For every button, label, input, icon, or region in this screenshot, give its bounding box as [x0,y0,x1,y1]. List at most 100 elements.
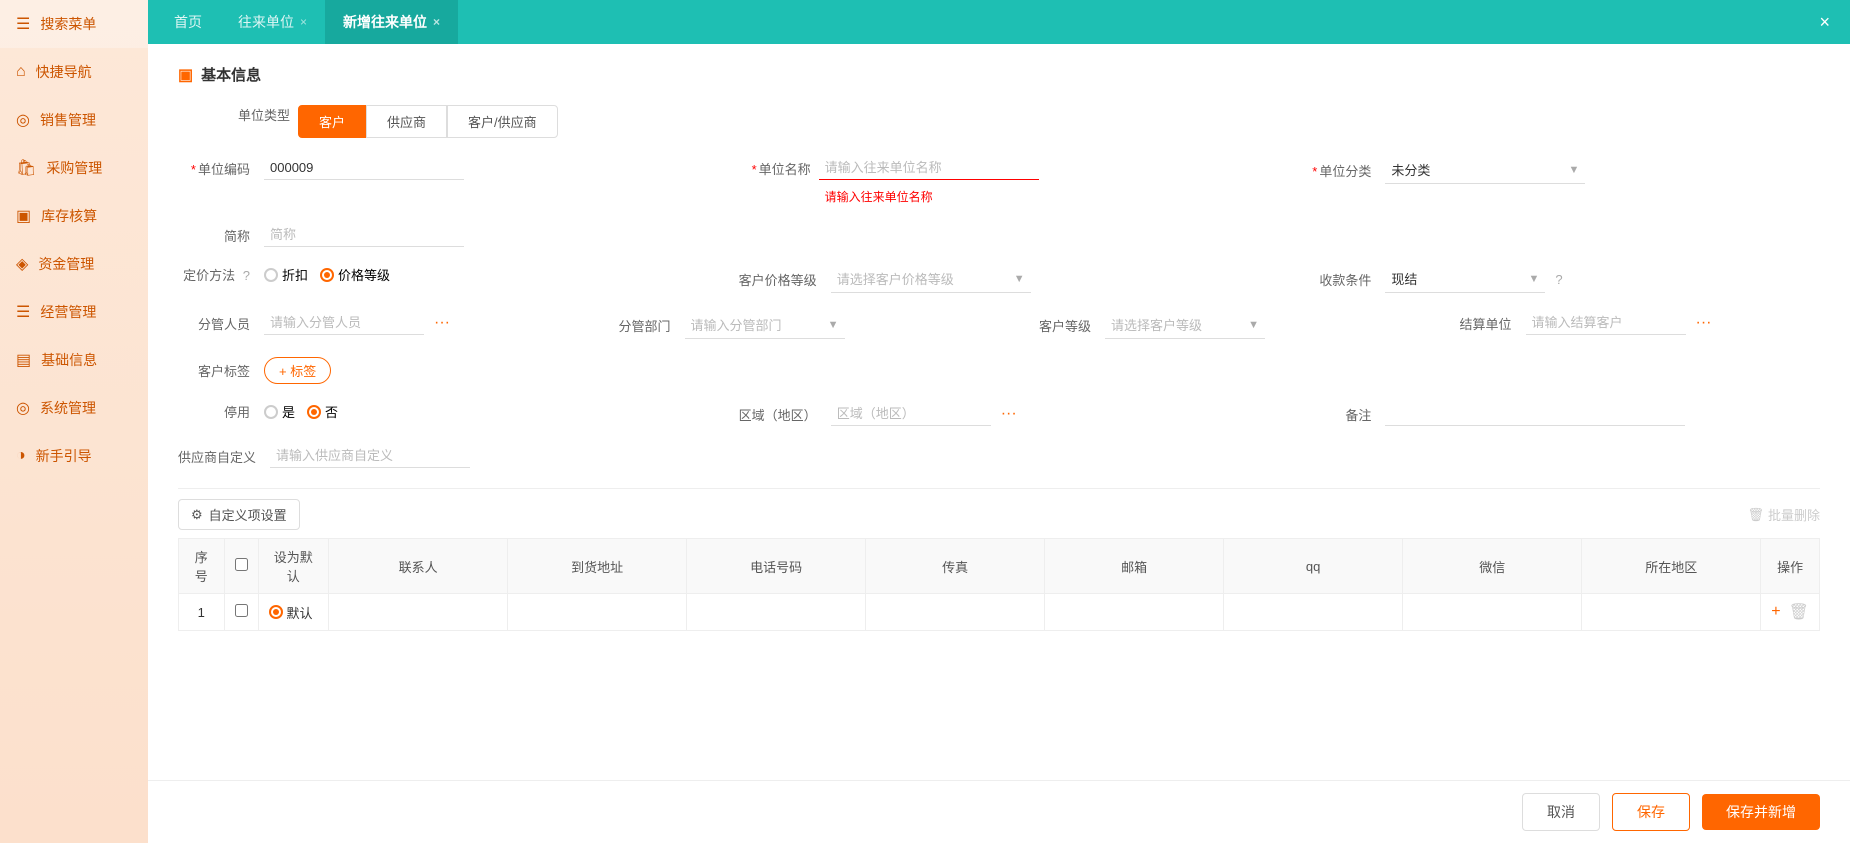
form-content: ▣ 基本信息 单位类型 客户 供应商 客户/供应商 *单位编码 [148,44,1850,780]
unit-category-select[interactable]: 未分类 ▼ [1385,156,1585,184]
payment-terms-select[interactable]: 现结 ▼ [1385,265,1545,293]
sidebar-item-label: 基础信息 [41,350,97,370]
cell-contact[interactable] [329,594,508,631]
sidebar-item-quick-nav[interactable]: ⌂ 快捷导航 [0,48,148,96]
tab-home[interactable]: 首页 [156,0,220,44]
sidebar-item-operations[interactable]: ☰ 经营管理 [0,288,148,336]
section-icon: ▣ [178,65,193,85]
sidebar-item-search[interactable]: ☰ 搜索菜单 [0,0,148,48]
add-tag-button[interactable]: + 标签 [264,357,331,384]
radio-grade-dot [324,272,330,278]
finance-icon: ◈ [16,254,28,274]
remark-label: 备注 [1299,405,1379,424]
cell-phone[interactable] [687,594,866,631]
field-pricing-method: 定价方法 ? 折扣 价格等级 [178,265,699,284]
radio-no[interactable]: 否 [307,402,338,421]
sidebar-item-purchase[interactable]: 🛍 采购管理 [0,144,148,192]
cell-address[interactable] [508,594,687,631]
table-section: ⚙ 自定义项设置 🗑 批量删除 序号 设为默认 联系人 到货地址 电话 [178,488,1820,631]
sidebar-item-label: 经营管理 [40,302,96,322]
field-unit-code: *单位编码 [178,156,699,180]
sidebar-item-system[interactable]: ◎ 系统管理 [0,384,148,432]
system-icon: ◎ [16,398,30,418]
cell-wechat[interactable] [1403,594,1582,631]
field-unit-name: *单位名称 请输入往来单位名称 [739,156,1260,205]
close-all-tabs[interactable]: × [1807,12,1842,33]
cell-row-actions: + 🗑 [1761,594,1820,631]
cell-qq[interactable] [1224,594,1403,631]
cell-email[interactable] [1045,594,1224,631]
radio-yes[interactable]: 是 [264,402,295,421]
customer-tag-label: 客户标签 [178,361,258,380]
custom-settings-button[interactable]: ⚙ 自定义项设置 [178,499,300,530]
row-pricing: 定价方法 ? 折扣 价格等级 [178,265,1820,293]
region-dots-btn[interactable]: ··· [1001,405,1017,423]
settlement-dots-btn[interactable]: ··· [1696,314,1712,332]
select-all-checkbox[interactable] [235,558,248,571]
inventory-icon: ▣ [16,206,31,226]
region-input[interactable] [831,402,991,426]
contacts-table: 序号 设为默认 联系人 到货地址 电话号码 传真 邮箱 qq 微信 所在地区 操… [178,538,1820,631]
sidebar-item-guide[interactable]: ◑ 新手引导 [0,432,148,480]
cancel-button[interactable]: 取消 [1522,793,1600,831]
radio-discount[interactable]: 折扣 [264,265,308,284]
save-and-new-button[interactable]: 保存并新增 [1702,794,1820,830]
field-region: 区域（地区） ··· [739,402,1260,426]
contact-input[interactable] [339,605,497,620]
field-supplier-custom: 供应商自定义 [178,444,1820,468]
pricing-help-icon[interactable]: ? [243,268,250,283]
customer-level-select[interactable]: 请选择客户等级 ▼ [1105,311,1265,339]
row-region-input[interactable] [1592,605,1750,620]
unit-name-input[interactable] [819,156,1039,180]
customer-price-level-select[interactable]: 请选择客户价格等级 ▼ [831,265,1031,293]
sidebar-item-finance[interactable]: ◈ 资金管理 [0,240,148,288]
radio-grade[interactable]: 价格等级 [320,265,390,284]
tab-partners[interactable]: 往来单位 × [220,0,325,44]
abbr-input[interactable] [264,223,464,247]
payment-help-icon[interactable]: ? [1555,272,1562,287]
save-button[interactable]: 保存 [1612,793,1690,831]
sidebar-item-inventory[interactable]: ▣ 库存核算 [0,192,148,240]
chevron-down-icon: ▼ [1248,319,1259,331]
col-phone: 电话号码 [687,539,866,594]
cell-fax[interactable] [866,594,1045,631]
supplier-custom-input[interactable] [270,444,470,468]
field-unit-category: *单位分类 未分类 ▼ [1299,156,1820,184]
disable-label: 停用 [178,402,258,421]
tab-new-partner-close[interactable]: × [433,15,440,29]
disable-radio-group: 是 否 [264,402,338,421]
qq-input[interactable] [1234,605,1392,620]
fax-input[interactable] [876,605,1034,620]
manager-dots-btn[interactable]: ··· [434,314,450,332]
unit-type-supplier[interactable]: 供应商 [366,105,447,138]
tab-bar: 首页 往来单位 × 新增往来单位 × × [148,0,1850,44]
settlement-input[interactable] [1526,311,1686,335]
table-header-row: 序号 设为默认 联系人 到货地址 电话号码 传真 邮箱 qq 微信 所在地区 操… [179,539,1820,594]
remark-input[interactable] [1385,402,1685,426]
wechat-input[interactable] [1413,605,1571,620]
unit-code-input[interactable] [264,156,464,180]
dept-select[interactable]: 请输入分管部门 ▼ [685,311,845,339]
unit-type-both[interactable]: 客户/供应商 [447,105,558,138]
chevron-down-icon: ▼ [828,319,839,331]
sidebar-item-basic-info[interactable]: ▤ 基础信息 [0,336,148,384]
cell-checkbox [224,594,258,631]
email-input[interactable] [1055,605,1213,620]
add-row-button[interactable]: + [1771,603,1780,621]
phone-input[interactable] [697,605,855,620]
address-input[interactable] [518,605,676,620]
delete-row-button[interactable]: 🗑 [1789,602,1809,622]
sidebar-item-label: 销售管理 [40,110,96,130]
tab-new-partner[interactable]: 新增往来单位 × [325,0,458,44]
sidebar-item-sales[interactable]: ◎ 销售管理 [0,96,148,144]
cell-region[interactable] [1582,594,1761,631]
unit-type-customer[interactable]: 客户 [298,105,366,138]
row-checkbox[interactable] [235,604,248,617]
manager-input[interactable] [264,311,424,335]
row-code-name-category: *单位编码 *单位名称 请输入往来单位名称 *单位分类 [178,156,1820,205]
batch-delete-button[interactable]: 🗑 批量删除 [1747,505,1820,524]
unit-name-label: *单位名称 [739,159,819,178]
row-default-radio[interactable]: 默认 [269,603,319,622]
tab-partners-close[interactable]: × [300,15,307,29]
row-actions: + 🗑 [1771,602,1809,622]
